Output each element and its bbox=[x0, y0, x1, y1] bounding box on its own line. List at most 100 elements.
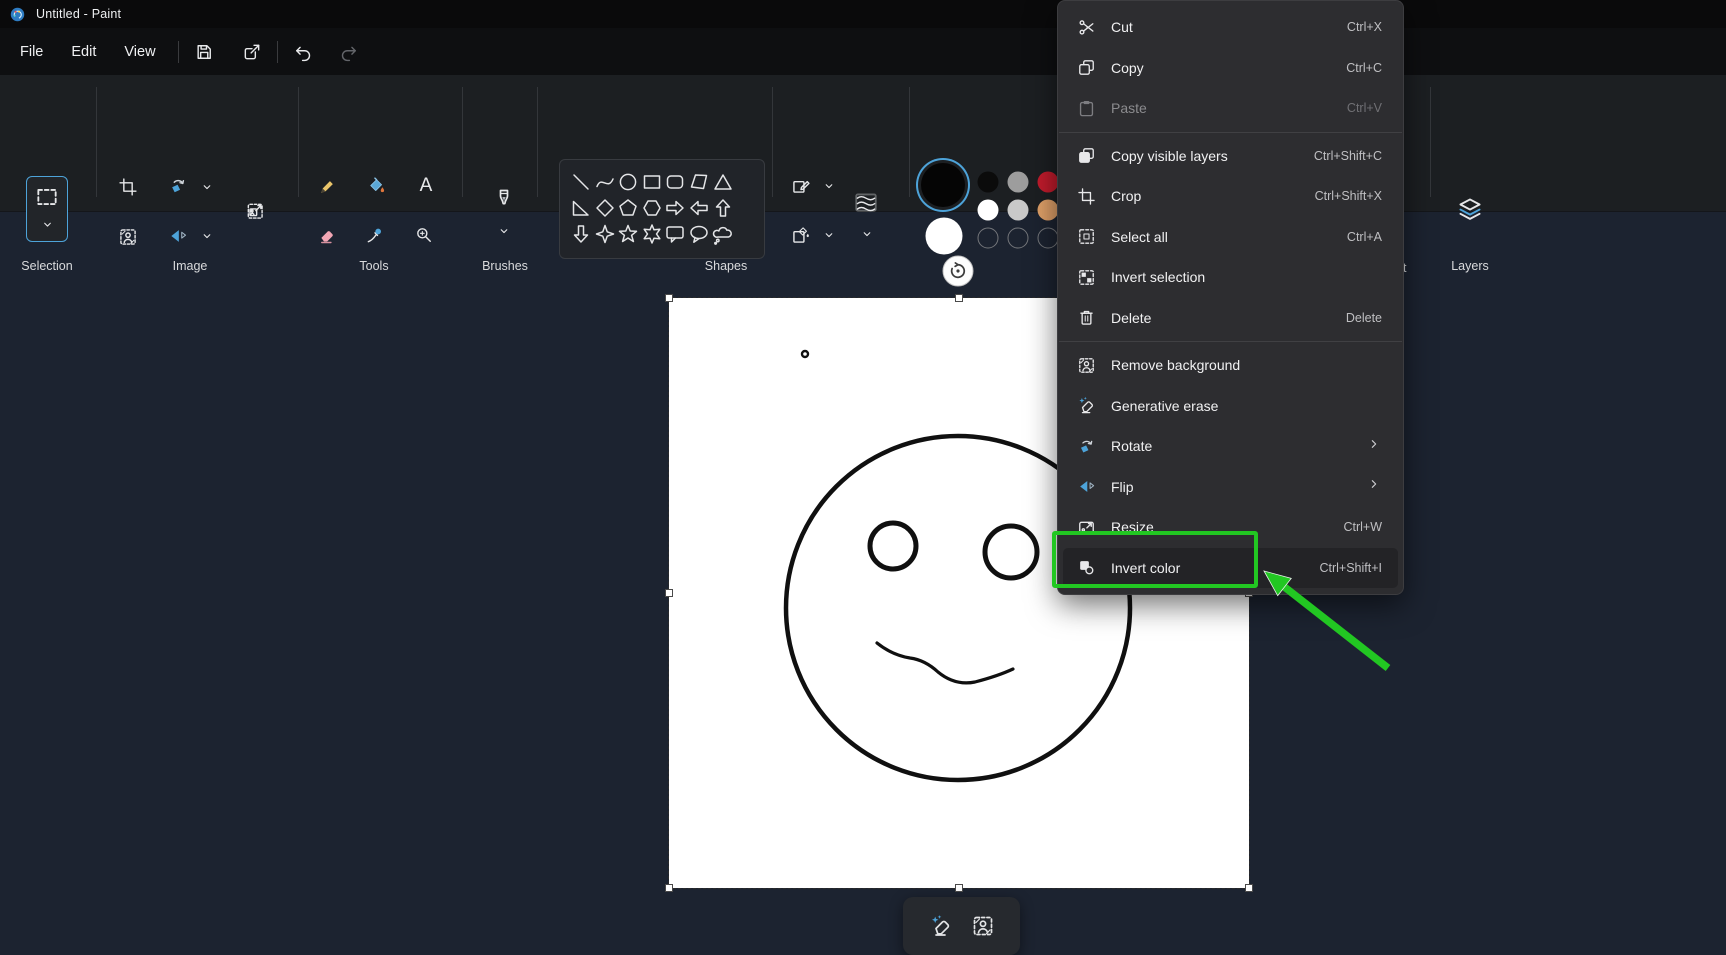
remove-background-icon[interactable] bbox=[971, 914, 995, 938]
palette-color[interactable] bbox=[977, 199, 999, 221]
fill-bucket-tool-icon[interactable] bbox=[367, 176, 387, 196]
shape-fill-icon[interactable] bbox=[791, 225, 811, 245]
eraser-tool-icon[interactable] bbox=[318, 225, 338, 245]
chevron-down-icon[interactable] bbox=[40, 217, 55, 237]
shape-arrow-up[interactable] bbox=[712, 197, 734, 219]
shape-six-point-star[interactable] bbox=[641, 223, 663, 245]
shape-pentagon[interactable] bbox=[617, 197, 639, 219]
context-menu-item-rotate[interactable]: Rotate bbox=[1063, 426, 1398, 467]
palette-color-empty[interactable] bbox=[977, 227, 999, 249]
shape-speech-cloud[interactable] bbox=[712, 223, 734, 245]
shape-arrow-down[interactable] bbox=[570, 223, 592, 245]
shape-speech-rectangle[interactable] bbox=[664, 223, 686, 245]
palette-color-empty[interactable] bbox=[1037, 227, 1059, 249]
shape-speech-oval[interactable] bbox=[688, 223, 710, 245]
shape-ellipse[interactable] bbox=[617, 171, 639, 193]
selection-handle-se[interactable] bbox=[1245, 884, 1253, 892]
rotate-icon[interactable] bbox=[168, 176, 188, 196]
shape-diamond[interactable] bbox=[594, 197, 616, 219]
generative-erase-icon[interactable] bbox=[929, 914, 953, 938]
shape-hexagon[interactable] bbox=[641, 197, 663, 219]
select-all-icon bbox=[1077, 227, 1096, 246]
menu-item-label: Paste bbox=[1111, 100, 1147, 117]
context-menu-item-copy[interactable]: Copy Ctrl+C bbox=[1063, 48, 1398, 89]
shape-triangle[interactable] bbox=[712, 171, 734, 193]
color2-swatch[interactable] bbox=[925, 217, 963, 255]
selection-handle-n[interactable] bbox=[955, 294, 963, 302]
divider bbox=[772, 87, 773, 197]
context-menu-item-select-all[interactable]: Select all Ctrl+A bbox=[1063, 217, 1398, 258]
shape-arrow-right[interactable] bbox=[664, 197, 686, 219]
crop-icon[interactable] bbox=[118, 177, 138, 197]
context-menu-item-invert-color[interactable]: Invert color Ctrl+Shift+I bbox=[1063, 547, 1398, 588]
chevron-down-icon[interactable] bbox=[497, 224, 512, 239]
rotate-handle[interactable] bbox=[942, 255, 974, 287]
paint-logo-icon bbox=[9, 6, 26, 23]
share-icon[interactable] bbox=[235, 36, 269, 68]
shape-arrow-left[interactable] bbox=[688, 197, 710, 219]
shape-line[interactable] bbox=[570, 171, 592, 193]
context-menu-item-invert-selection[interactable]: Invert selection bbox=[1063, 257, 1398, 298]
chevron-down-icon[interactable] bbox=[200, 180, 215, 195]
text-tool-icon[interactable]: A bbox=[420, 175, 433, 197]
menu-item-label: Invert selection bbox=[1111, 269, 1206, 286]
menu-view[interactable]: View bbox=[110, 37, 169, 67]
palette-color[interactable] bbox=[977, 171, 999, 193]
color1-swatch[interactable] bbox=[921, 163, 965, 207]
pencil-tool-icon[interactable] bbox=[317, 177, 337, 197]
context-menu-item-copy-visible-layers[interactable]: Copy visible layers Ctrl+Shift+C bbox=[1063, 136, 1398, 177]
selection-handle-s[interactable] bbox=[955, 884, 963, 892]
shape-curve[interactable] bbox=[594, 171, 616, 193]
menu-item-label: Invert color bbox=[1111, 559, 1181, 576]
selection-handle-nw[interactable] bbox=[665, 294, 673, 302]
menu-item-label: Copy bbox=[1111, 59, 1144, 76]
eyedropper-tool-icon[interactable] bbox=[365, 225, 385, 245]
remove-background-icon[interactable] bbox=[118, 227, 138, 247]
flip-icon[interactable] bbox=[168, 226, 188, 246]
context-menu-item-remove-background[interactable]: Remove background bbox=[1063, 345, 1398, 386]
shape-quadrilateral[interactable] bbox=[688, 171, 710, 193]
save-icon[interactable] bbox=[187, 36, 221, 68]
ribbon-toolbar: Selection Image A Tools Brushes Shapes L… bbox=[0, 75, 1726, 275]
undo-icon[interactable] bbox=[286, 36, 320, 68]
chevron-down-icon[interactable] bbox=[822, 179, 837, 194]
palette-color-empty[interactable] bbox=[1007, 227, 1029, 249]
context-menu-item-resize[interactable]: Resize Ctrl+W bbox=[1063, 507, 1398, 548]
selection-handle-sw[interactable] bbox=[665, 884, 673, 892]
layers-button-label[interactable]: Layers bbox=[1451, 259, 1489, 273]
shape-rounded-rectangle[interactable] bbox=[664, 171, 686, 193]
shape-four-point-star[interactable] bbox=[594, 223, 616, 245]
menu-item-label: Remove background bbox=[1111, 357, 1241, 374]
divider bbox=[462, 87, 463, 197]
palette-color[interactable] bbox=[1037, 171, 1059, 193]
magnifier-tool-icon[interactable] bbox=[414, 225, 434, 245]
palette-color[interactable] bbox=[1037, 199, 1059, 221]
palette-color[interactable] bbox=[1007, 199, 1029, 221]
context-menu-item-cut[interactable]: Cut Ctrl+X bbox=[1063, 7, 1398, 48]
selection-handle-w[interactable] bbox=[665, 589, 673, 597]
shape-partial-1[interactable] bbox=[570, 249, 592, 258]
shape-rectangle[interactable] bbox=[641, 171, 663, 193]
selection-tool-button[interactable] bbox=[26, 176, 68, 242]
menu-file[interactable]: File bbox=[6, 37, 57, 67]
context-menu-item-flip[interactable]: Flip bbox=[1063, 467, 1398, 508]
selection-floating-toolbar bbox=[903, 897, 1020, 955]
resize-image-icon[interactable] bbox=[245, 201, 265, 221]
context-menu: Cut Ctrl+X Copy Ctrl+C Paste Ctrl+V Copy vi… bbox=[1057, 0, 1404, 595]
shape-partial-2[interactable] bbox=[594, 249, 616, 258]
context-menu-item-crop[interactable]: Crop Ctrl+Shift+X bbox=[1063, 176, 1398, 217]
chevron-down-icon[interactable] bbox=[200, 229, 215, 244]
layers-icon[interactable] bbox=[1457, 196, 1484, 223]
context-menu-item-generative-erase[interactable]: Generative erase bbox=[1063, 386, 1398, 427]
shape-five-point-star[interactable] bbox=[617, 223, 639, 245]
brush-tool-icon[interactable] bbox=[492, 187, 516, 211]
stroke-width-icon[interactable] bbox=[853, 189, 879, 215]
palette-color[interactable] bbox=[1007, 171, 1029, 193]
invert-selection-icon bbox=[1077, 268, 1096, 287]
context-menu-item-delete[interactable]: Delete Delete bbox=[1063, 298, 1398, 339]
shape-right-triangle[interactable] bbox=[570, 197, 592, 219]
shape-outline-icon[interactable] bbox=[791, 175, 811, 195]
menu-edit[interactable]: Edit bbox=[57, 37, 110, 67]
chevron-down-icon[interactable] bbox=[860, 227, 875, 242]
chevron-down-icon[interactable] bbox=[822, 228, 837, 243]
